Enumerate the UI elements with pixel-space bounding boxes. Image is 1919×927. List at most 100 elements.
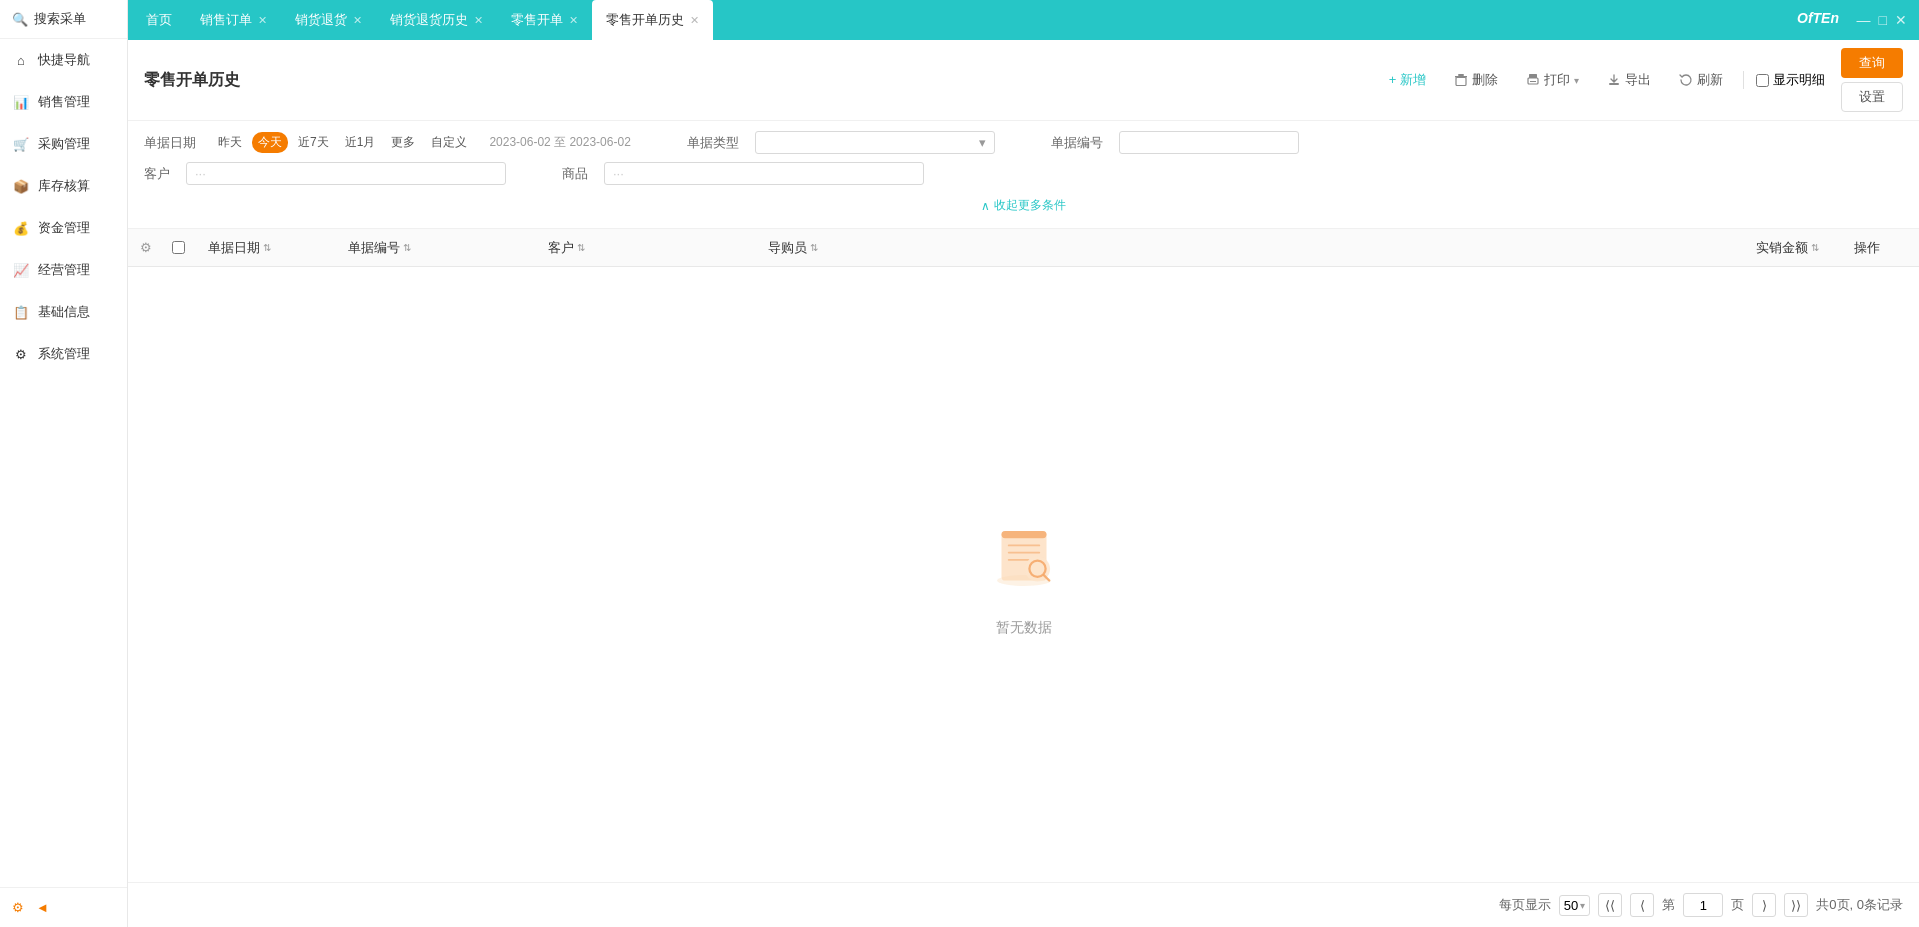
sidebar-item-label: 资金管理: [38, 219, 90, 237]
first-page-button[interactable]: ⟨⟨: [1598, 893, 1622, 917]
tab-sales-return[interactable]: 销货退货 ✕: [281, 0, 376, 40]
order-num-label: 单据编号: [1051, 134, 1103, 152]
total-info: 共0页, 0条记录: [1816, 896, 1903, 914]
date-filter-label: 单据日期: [144, 134, 196, 152]
svg-rect-1: [1458, 74, 1464, 76]
page-label: 第: [1662, 896, 1675, 914]
delete-icon: [1454, 73, 1468, 87]
sidebar-bottom: ⚙ ◄: [0, 887, 127, 927]
sidebar-item-sales-mgmt[interactable]: 📊 销售管理: [0, 81, 127, 123]
per-page-select[interactable]: 50 ▾: [1559, 895, 1590, 916]
query-setting-buttons: 查询 设置: [1841, 48, 1903, 112]
customer-filter-label: 客户: [144, 165, 170, 183]
date-btn-more[interactable]: 更多: [385, 132, 421, 153]
tab-retail-open-close[interactable]: ✕: [569, 14, 578, 27]
collapse-filter-row[interactable]: ∧ 收起更多条件: [144, 193, 1903, 218]
delete-label: 删除: [1472, 71, 1498, 89]
svg-rect-4: [1529, 74, 1537, 78]
order-type-select[interactable]: ▾: [755, 131, 995, 154]
sidebar-item-purchase-mgmt[interactable]: 🛒 采购管理: [0, 123, 127, 165]
th-guide[interactable]: 导购员 ⇅: [760, 239, 900, 257]
tab-sales-order[interactable]: 销售订单 ✕: [186, 0, 281, 40]
print-icon: [1526, 73, 1540, 87]
toolbar-divider: [1743, 71, 1744, 89]
empty-state: 暂无数据: [128, 267, 1919, 882]
tab-sales-return-close[interactable]: ✕: [353, 14, 362, 27]
th-num[interactable]: 单据编号 ⇅: [340, 239, 540, 257]
sales-icon: 📊: [12, 93, 30, 111]
th-num-sort-icon: ⇅: [403, 242, 411, 253]
table-settings-icon[interactable]: ⚙: [140, 240, 172, 255]
filter-area: 单据日期 昨天 今天 近7天 近1月 更多 自定义 2023-06-02 至 2…: [128, 121, 1919, 229]
date-btn-1month[interactable]: 近1月: [339, 132, 382, 153]
sidebar-search[interactable]: 🔍 搜索采单: [0, 0, 127, 39]
tab-sales-order-label: 销售订单: [200, 11, 252, 29]
th-amount[interactable]: 实销金额 ⇅: [900, 239, 1827, 257]
setting-button[interactable]: 设置: [1841, 82, 1903, 112]
customer-placeholder: ···: [195, 166, 206, 181]
tab-retail-open-history-close[interactable]: ✕: [690, 14, 699, 27]
empty-text: 暂无数据: [996, 619, 1052, 637]
svg-rect-9: [1001, 531, 1046, 538]
print-button[interactable]: 打印 ▾: [1518, 67, 1587, 93]
display-detail-checkbox[interactable]: 显示明细: [1756, 71, 1825, 89]
th-customer-sort-icon: ⇅: [577, 242, 585, 253]
page-number-input[interactable]: [1683, 893, 1723, 917]
date-btn-yesterday[interactable]: 昨天: [212, 132, 248, 153]
customer-input[interactable]: ···: [186, 162, 506, 185]
th-customer[interactable]: 客户 ⇅: [540, 239, 760, 257]
base-icon: 📋: [12, 303, 30, 321]
close-window-button[interactable]: ✕: [1895, 12, 1907, 28]
goods-input[interactable]: ···: [604, 162, 924, 185]
tab-retail-open-history[interactable]: 零售开单历史 ✕: [592, 0, 713, 40]
collapse-sidebar-icon[interactable]: ◄: [36, 900, 49, 915]
select-all-checkbox[interactable]: [172, 241, 185, 254]
minimize-button[interactable]: —: [1857, 12, 1871, 28]
query-button[interactable]: 查询: [1841, 48, 1903, 78]
date-btn-custom[interactable]: 自定义: [425, 132, 473, 153]
sidebar-item-sys-mgmt[interactable]: ⚙ 系统管理: [0, 333, 127, 375]
per-page-arrow-icon: ▾: [1580, 900, 1585, 911]
refresh-button[interactable]: 刷新: [1671, 67, 1731, 93]
print-arrow-icon[interactable]: ▾: [1574, 75, 1579, 86]
prev-page-button[interactable]: ⟨: [1630, 893, 1654, 917]
next-page-button[interactable]: ⟩: [1752, 893, 1776, 917]
th-date-sort-icon: ⇅: [263, 242, 271, 253]
page-label-end: 页: [1731, 896, 1744, 914]
display-detail-input[interactable]: [1756, 74, 1769, 87]
tab-sales-return-history-close[interactable]: ✕: [474, 14, 483, 27]
date-btn-7days[interactable]: 近7天: [292, 132, 335, 153]
sidebar-item-label: 库存核算: [38, 177, 90, 195]
tab-retail-open-label: 零售开单: [511, 11, 563, 29]
last-page-button[interactable]: ⟩⟩: [1784, 893, 1808, 917]
sidebar-item-base-info[interactable]: 📋 基础信息: [0, 291, 127, 333]
th-action-label: 操作: [1854, 239, 1880, 257]
home-icon: ⌂: [12, 51, 30, 69]
export-button[interactable]: 导出: [1599, 67, 1659, 93]
refresh-icon: [1679, 73, 1693, 87]
per-page-value: 50: [1564, 898, 1578, 913]
sidebar-item-inventory[interactable]: 📦 库存核算: [0, 165, 127, 207]
order-num-input[interactable]: [1119, 131, 1299, 154]
tab-sales-return-label: 销货退货: [295, 11, 347, 29]
per-page-label: 每页显示: [1499, 896, 1551, 914]
tab-sales-return-history[interactable]: 销货退货历史 ✕: [376, 0, 497, 40]
sidebar-item-finance[interactable]: 💰 资金管理: [0, 207, 127, 249]
sidebar-item-quick-nav[interactable]: ⌂ 快捷导航: [0, 39, 127, 81]
delete-button[interactable]: 删除: [1446, 67, 1506, 93]
date-btn-today[interactable]: 今天: [252, 132, 288, 153]
th-date[interactable]: 单据日期 ⇅: [200, 239, 340, 257]
tab-retail-open[interactable]: 零售开单 ✕: [497, 0, 592, 40]
maximize-button[interactable]: □: [1879, 12, 1887, 28]
purchase-icon: 🛒: [12, 135, 30, 153]
pagination: 每页显示 50 ▾ ⟨⟨ ⟨ 第 页 ⟩ ⟩⟩ 共0页, 0条记录: [128, 882, 1919, 927]
settings-icon[interactable]: ⚙: [12, 900, 24, 915]
tab-sales-order-close[interactable]: ✕: [258, 14, 267, 27]
sidebar-item-operations[interactable]: 📈 经营管理: [0, 249, 127, 291]
sidebar-item-label: 快捷导航: [38, 51, 90, 69]
filter-row-1: 单据日期 昨天 今天 近7天 近1月 更多 自定义 2023-06-02 至 2…: [144, 131, 1903, 154]
tab-home[interactable]: 首页: [132, 0, 186, 40]
add-button[interactable]: + 新增: [1381, 67, 1434, 93]
toolbar: 零售开单历史 + 新增 删除 打印 ▾ 导出 刷新: [128, 40, 1919, 121]
main-area: 首页 销售订单 ✕ 销货退货 ✕ 销货退货历史 ✕ 零售开单 ✕ 零售开单历史 …: [128, 0, 1919, 927]
